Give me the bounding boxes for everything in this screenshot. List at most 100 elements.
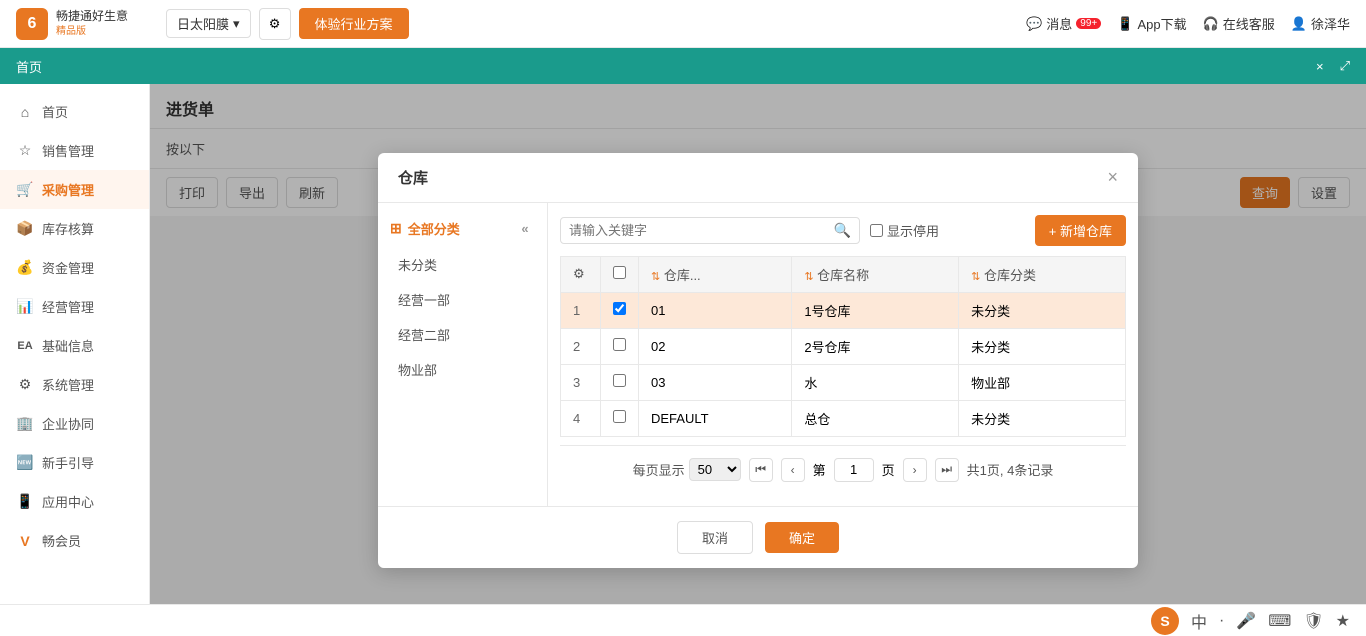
row-checkbox[interactable] — [613, 302, 626, 315]
row-checkbox-cell — [601, 328, 639, 364]
sidebar-item-enterprise[interactable]: 🏢 企业协同 — [0, 404, 149, 443]
category-item-dept2[interactable]: 经营二部 — [378, 317, 547, 352]
zh-icon[interactable]: 中 — [1191, 609, 1207, 633]
table-row[interactable]: 3 03 水 物业部 — [561, 364, 1126, 400]
category-item-property[interactable]: 物业部 — [378, 352, 547, 387]
row-name: 水 — [792, 364, 959, 400]
row-code: 02 — [639, 328, 792, 364]
row-category: 物业部 — [959, 364, 1126, 400]
sidebar-item-system[interactable]: ⚙ 系统管理 — [0, 365, 149, 404]
sidebar-item-label: 应用中心 — [42, 492, 94, 511]
row-code: 03 — [639, 364, 792, 400]
table-row[interactable]: 4 DEFAULT 总仓 未分类 — [561, 400, 1126, 436]
row-checkbox[interactable] — [613, 374, 626, 387]
collapse-button[interactable]: « — [515, 219, 535, 239]
category-panel: ⊞ 全部分类 « 未分类 经营一部 经营二部 物业部 — [378, 203, 548, 506]
store-selector[interactable]: 日太阳膜 ▾ — [166, 9, 251, 38]
online-service-item[interactable]: 🎧 在线客服 — [1203, 14, 1275, 33]
table-row[interactable]: 1 01 1号仓库 未分类 — [561, 292, 1126, 328]
row-category: 未分类 — [959, 400, 1126, 436]
header-right: 💬 消息 99+ 📱 App下载 🎧 在线客服 👤 徐泽华 — [1026, 14, 1350, 33]
top-header: 6 畅捷通好生意 精品版 日太阳膜 ▾ ⚙ 体验行业方案 💬 消息 99+ 📱 … — [0, 0, 1366, 48]
sidebar-item-member[interactable]: V 畅会员 — [0, 521, 149, 560]
pagination-bar: 每页显示 50 10 20 100 ⏮ — [560, 445, 1126, 494]
sidebar-item-label: 企业协同 — [42, 414, 94, 433]
show-disabled-checkbox[interactable] — [870, 224, 883, 237]
system-icon: ⚙ — [16, 376, 34, 394]
row-num: 4 — [561, 400, 601, 436]
sidebar-item-label: 资金管理 — [42, 258, 94, 277]
member-icon: V — [16, 532, 34, 550]
category-item-unclassified[interactable]: 未分类 — [378, 247, 547, 282]
modal-footer: 取消 确定 — [378, 506, 1138, 568]
row-num: 1 — [561, 292, 601, 328]
prev-page-button[interactable]: ‹ — [781, 458, 805, 482]
row-category: 未分类 — [959, 328, 1126, 364]
category-all-label: 全部分类 — [408, 219, 460, 238]
page-total: 共1页, 4条记录 — [967, 460, 1054, 479]
sidebar-item-basic[interactable]: EA 基础信息 — [0, 326, 149, 365]
sidebar-item-inventory[interactable]: 📦 库存核算 — [0, 209, 149, 248]
show-disabled-label[interactable]: 显示停用 — [870, 221, 939, 240]
first-page-button[interactable]: ⏮ — [749, 458, 773, 482]
gear-button[interactable]: ⚙ — [259, 8, 291, 40]
industry-button[interactable]: 体验行业方案 — [299, 8, 409, 39]
close-tab-icon[interactable]: × — [1316, 59, 1324, 74]
row-checkbox-cell — [601, 292, 639, 328]
sidebar-item-purchase[interactable]: 🛒 采购管理 — [0, 170, 149, 209]
next-page-button[interactable]: › — [903, 458, 927, 482]
expand-icon[interactable]: ⤢ — [1340, 58, 1350, 74]
category-all[interactable]: ⊞ 全部分类 « — [378, 211, 547, 247]
row-code: 01 — [639, 292, 792, 328]
row-code: DEFAULT — [639, 400, 792, 436]
table-row[interactable]: 2 02 2号仓库 未分类 — [561, 328, 1126, 364]
add-warehouse-button[interactable]: + 新增仓库 — [1035, 215, 1126, 246]
keyboard-icon[interactable]: ⌨ — [1268, 611, 1291, 631]
sales-icon: ☆ — [16, 142, 34, 160]
mic-icon[interactable]: 🎤 — [1236, 611, 1256, 631]
modal-title: 仓库 — [398, 167, 428, 188]
sidebar-item-operations[interactable]: 📊 经营管理 — [0, 287, 149, 326]
last-page-button[interactable]: ⏭ — [935, 458, 959, 482]
sidebar-item-guide[interactable]: 🆕 新手引导 — [0, 443, 149, 482]
star-icon[interactable]: ★ — [1336, 611, 1350, 631]
page-number-input[interactable] — [834, 458, 874, 482]
purchase-icon: 🛒 — [16, 181, 34, 199]
user-avatar[interactable]: 👤 徐泽华 — [1291, 14, 1350, 33]
grid-icon: ⊞ — [390, 220, 402, 237]
message-badge: 99+ — [1076, 18, 1101, 29]
sidebar-item-label: 经营管理 — [42, 297, 94, 316]
modal-close-button[interactable]: × — [1107, 167, 1118, 188]
app-download-item[interactable]: 📱 App下载 — [1117, 14, 1186, 33]
sidebar-item-finance[interactable]: 💰 资金管理 — [0, 248, 149, 287]
col-name-header: ⇅ 仓库名称 — [792, 256, 959, 292]
sidebar-item-app-center[interactable]: 📱 应用中心 — [0, 482, 149, 521]
row-checkbox[interactable] — [613, 410, 626, 423]
confirm-button[interactable]: 确定 — [765, 522, 839, 553]
shield-icon[interactable]: 🛡 — [1303, 611, 1323, 631]
row-category: 未分类 — [959, 292, 1126, 328]
col-settings: ⚙ — [561, 256, 601, 292]
header-middle: 日太阳膜 ▾ ⚙ 体验行业方案 — [166, 8, 1026, 40]
col-category-header: ⇅ 仓库分类 — [959, 256, 1126, 292]
category-item-dept1[interactable]: 经营一部 — [378, 282, 547, 317]
row-num: 2 — [561, 328, 601, 364]
search-icon[interactable]: 🔍 — [834, 222, 851, 239]
dot-icon: · — [1219, 612, 1224, 630]
sidebar-item-sales[interactable]: ☆ 销售管理 — [0, 131, 149, 170]
sub-header: 首页 × ⤢ — [0, 48, 1366, 84]
row-checkbox[interactable] — [613, 338, 626, 351]
sort-icon: ⇅ — [971, 271, 980, 283]
cancel-button[interactable]: 取消 — [677, 521, 753, 554]
warehouse-table: ⚙ ⇅ 仓库... ⇅ — [560, 256, 1126, 437]
sidebar-item-home[interactable]: ⌂ 首页 — [0, 92, 149, 131]
finance-icon: 💰 — [16, 259, 34, 277]
sidebar-item-label: 畅会员 — [42, 531, 81, 550]
select-all-checkbox[interactable] — [613, 266, 626, 279]
per-page-dropdown[interactable]: 50 10 20 100 — [689, 458, 741, 481]
search-input[interactable] — [569, 223, 834, 238]
row-checkbox-cell — [601, 364, 639, 400]
modal-header: 仓库 × — [378, 153, 1138, 203]
message-icon-item[interactable]: 💬 消息 99+ — [1026, 14, 1101, 33]
table-header-row: ⚙ ⇅ 仓库... ⇅ — [561, 256, 1126, 292]
